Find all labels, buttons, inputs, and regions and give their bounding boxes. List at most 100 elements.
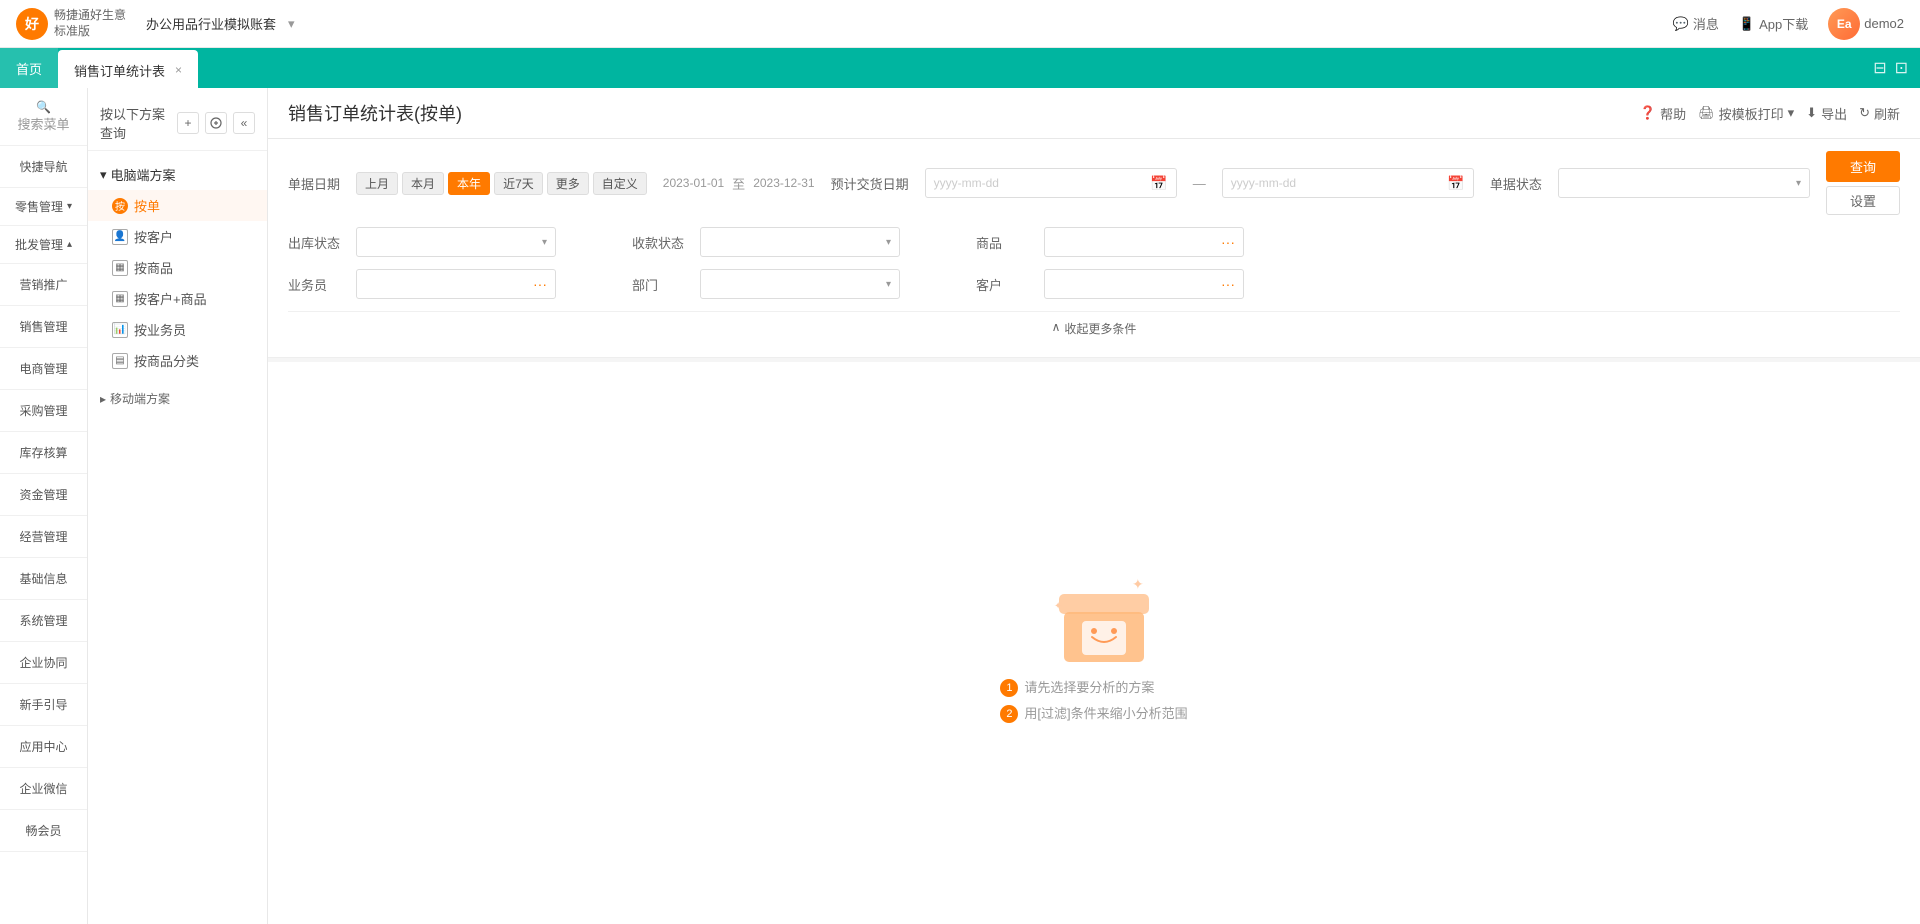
message-btn[interactable]: 💬 消息	[1673, 14, 1719, 33]
page-header: 销售订单统计表(按单) ❓ 帮助 🖨 按模板打印 ▾ ⬇ 导出	[268, 88, 1920, 139]
sidebar-member[interactable]: 畅会员	[0, 810, 87, 852]
date-label: 单据日期	[288, 174, 340, 193]
scheme-item-by-salesperson[interactable]: 📊 按业务员	[88, 314, 267, 345]
collapse-label: 收起更多条件	[1064, 320, 1136, 337]
scheme-order-icon: 按	[112, 198, 128, 214]
action-buttons: 查询 设置	[1826, 151, 1900, 215]
salesperson-more-icon: ···	[533, 276, 547, 292]
sidebar-marketing[interactable]: 营销推广	[0, 264, 87, 306]
collapse-bar[interactable]: ∧ 收起更多条件	[288, 311, 1900, 345]
logo-text: 畅捷通好生意 标准版	[54, 8, 126, 39]
filter-row-people: 业务员 ··· 部门 ▾ 客户	[288, 269, 1900, 299]
logo-icon: 好	[16, 8, 48, 40]
export-btn[interactable]: ⬇ 导出	[1806, 104, 1847, 123]
filter-row-status: 出库状态 ▾ 收款状态 ▾ 商品	[288, 227, 1900, 257]
scheme-item-by-category[interactable]: ▤ 按商品分类	[88, 345, 267, 376]
sidebar-finance[interactable]: 资金管理	[0, 474, 87, 516]
sidebar-system[interactable]: 系统管理	[0, 600, 87, 642]
filter-section: 单据日期 上月 本月 本年 近7天 更多 自定义 2023-01-01 至 20…	[268, 139, 1920, 358]
step-1-icon: 1	[1000, 679, 1018, 697]
scheme-item-by-order[interactable]: 按 按单	[88, 190, 267, 221]
out-status-select[interactable]: ▾	[356, 227, 556, 257]
sidebar-wechat[interactable]: 企业微信	[0, 768, 87, 810]
filter-row-date: 单据日期 上月 本月 本年 近7天 更多 自定义 2023-01-01 至 20…	[288, 151, 1900, 215]
sidebar-search[interactable]: 🔍 搜索菜单	[0, 88, 87, 146]
delivery-date-end-input[interactable]: yyyy-mm-dd 📅	[1222, 168, 1474, 198]
app-download-btn[interactable]: 📱 App下载	[1739, 14, 1808, 33]
scheme-item-by-product[interactable]: ▦ 按商品	[88, 252, 267, 283]
sidebar-enterprise[interactable]: 企业协同	[0, 642, 87, 684]
dept-label: 部门	[632, 275, 692, 294]
system-name: 办公用品行业模拟账套	[146, 14, 276, 33]
settings-btn[interactable]: 设置	[1826, 186, 1900, 215]
date-quick-buttons: 上月 本月 本年 近7天 更多 自定义	[356, 172, 647, 195]
sidebar-newbie[interactable]: 新手引导	[0, 684, 87, 726]
more-date-btn[interactable]: 更多	[547, 172, 589, 195]
scheme-item-by-customer-product[interactable]: ▦ 按客户+商品	[88, 283, 267, 314]
dept-arrow-icon: ▾	[886, 279, 891, 290]
pc-scheme-group-title[interactable]: ▾ 电脑端方案	[88, 159, 267, 190]
sidebar-retail[interactable]: 零售管理 ▾	[0, 188, 87, 226]
edit-scheme-btn[interactable]	[205, 112, 227, 134]
sidebar-app-center[interactable]: 应用中心	[0, 726, 87, 768]
sidebar-inventory[interactable]: 库存核算	[0, 432, 87, 474]
left-panel: 按以下方案查询 + « ▾ 电脑端方案	[88, 88, 268, 924]
tab-close-btn[interactable]: ×	[175, 63, 182, 77]
sidebar-purchase[interactable]: 采购管理	[0, 390, 87, 432]
payment-status-field: 收款状态 ▾	[632, 227, 900, 257]
mobile-scheme-title[interactable]: ▸ 移动端方案	[88, 384, 267, 413]
content-area: 按以下方案查询 + « ▾ 电脑端方案	[88, 88, 1920, 924]
sidebar-ecommerce[interactable]: 电商管理	[0, 348, 87, 390]
print-dropdown-icon: ▾	[1788, 105, 1795, 121]
user-avatar-area[interactable]: Ea demo2	[1828, 8, 1904, 40]
sidebar-operations[interactable]: 经营管理	[0, 516, 87, 558]
tab-active[interactable]: 销售订单统计表 ×	[58, 50, 198, 90]
query-btn[interactable]: 查询	[1826, 151, 1900, 182]
template-print-btn[interactable]: 🖨 按模板打印 ▾	[1698, 104, 1794, 123]
refresh-icon: ↻	[1859, 105, 1870, 121]
last-month-btn[interactable]: 上月	[356, 172, 398, 195]
custom-date-btn[interactable]: 自定义	[593, 172, 647, 195]
doc-status-select[interactable]: ▾	[1558, 168, 1810, 198]
last7days-btn[interactable]: 近7天	[494, 172, 543, 195]
scheme-customer-icon: 👤	[112, 229, 128, 245]
system-dropdown-icon[interactable]: ▾	[288, 16, 295, 32]
doc-status-label: 单据状态	[1490, 174, 1542, 193]
message-icon: 💬	[1673, 16, 1689, 32]
pc-scheme-group: ▾ 电脑端方案 按 按单 👤 按客户 ▦ 按商品 ▦ 按客户+商品	[88, 155, 267, 380]
product-field: 商品 ···	[976, 227, 1244, 257]
sidebar-basic-info[interactable]: 基础信息	[0, 558, 87, 600]
tab-minimize-btn[interactable]: ⊟	[1873, 58, 1886, 78]
this-month-btn[interactable]: 本月	[402, 172, 444, 195]
tab-home[interactable]: 首页	[0, 48, 58, 88]
empty-instruction-1: 1 请先选择要分析的方案	[1000, 675, 1187, 701]
add-scheme-btn[interactable]: +	[177, 112, 199, 134]
payment-status-select[interactable]: ▾	[700, 227, 900, 257]
customer-more-icon: ···	[1221, 276, 1235, 292]
date-start-text: 2023-01-01	[663, 176, 724, 190]
delivery-date-start-input[interactable]: yyyy-mm-dd 📅	[925, 168, 1177, 198]
scheme-item-by-customer[interactable]: 👤 按客户	[88, 221, 267, 252]
salesperson-field: 业务员 ···	[288, 269, 556, 299]
out-status-arrow-icon: ▾	[542, 237, 547, 248]
help-btn[interactable]: ❓ 帮助	[1640, 104, 1686, 123]
product-input[interactable]: ···	[1044, 227, 1244, 257]
delivery-start-placeholder: yyyy-mm-dd	[934, 176, 999, 190]
payment-status-arrow-icon: ▾	[886, 237, 891, 248]
this-year-btn[interactable]: 本年	[448, 172, 490, 195]
refresh-btn[interactable]: ↻ 刷新	[1859, 104, 1900, 123]
delivery-calendar-start-icon: 📅	[1150, 175, 1167, 192]
collapse-panel-btn[interactable]: «	[233, 112, 255, 134]
dept-field: 部门 ▾	[632, 269, 900, 299]
sidebar-wholesale[interactable]: 批发管理 ▴	[0, 226, 87, 264]
svg-text:✦: ✦	[1054, 601, 1062, 612]
salesperson-input[interactable]: ···	[356, 269, 556, 299]
tab-bar: 首页 销售订单统计表 × ⊟ ⊡	[0, 48, 1920, 88]
customer-input[interactable]: ···	[1044, 269, 1244, 299]
product-more-icon: ···	[1221, 234, 1235, 250]
sidebar-quick-nav[interactable]: 快捷导航	[0, 146, 87, 188]
dept-select[interactable]: ▾	[700, 269, 900, 299]
tab-maximize-btn[interactable]: ⊡	[1895, 58, 1908, 78]
delivery-date-sep-icon: —	[1193, 176, 1206, 191]
sidebar-sales[interactable]: 销售管理	[0, 306, 87, 348]
